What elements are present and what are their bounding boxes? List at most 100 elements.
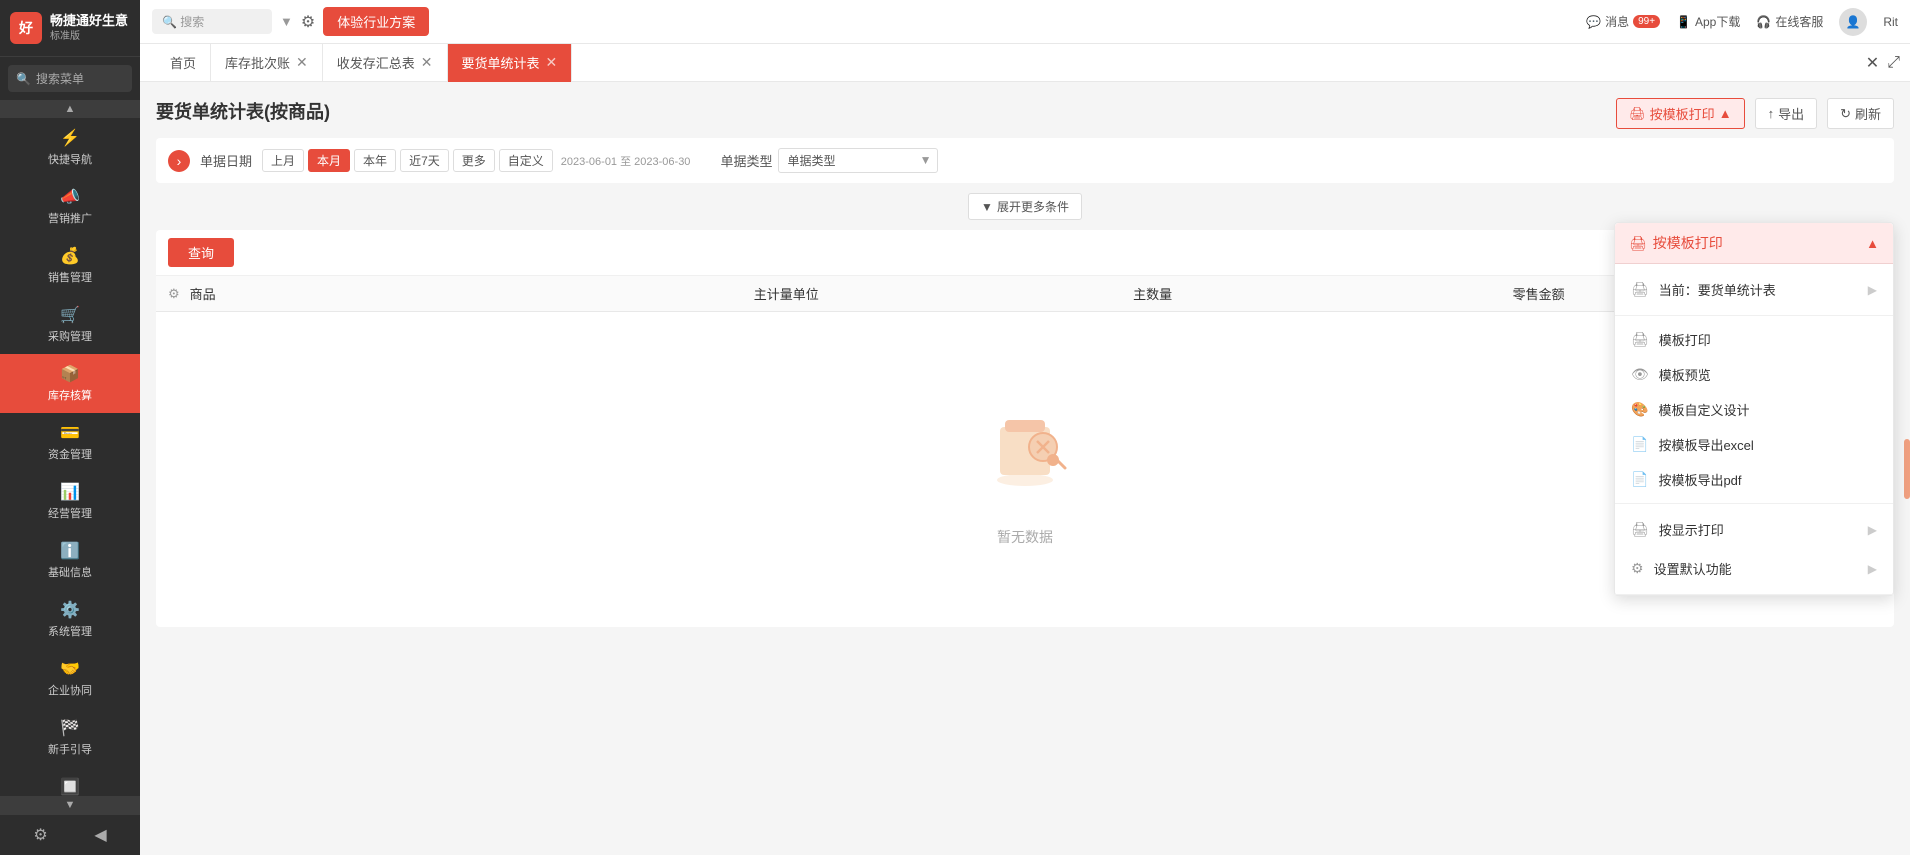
topbar-chevron-icon[interactable]: ▼ — [280, 14, 293, 29]
sidebar-item-apps[interactable]: 🔲 应用中心 — [0, 767, 140, 796]
tab-receipt-summary[interactable]: 收发存汇总表 ✕ — [323, 44, 448, 82]
print-icon: 🖨 — [1629, 106, 1646, 122]
topbar-search-box[interactable]: 🔍 搜索 — [152, 9, 272, 34]
sidebar-item-operation[interactable]: 📊 经营管理 — [0, 472, 140, 531]
page-actions: 🖨 按模板打印 ▲ ↑ 导出 ↻ 刷新 — [1616, 98, 1894, 129]
sidebar-item-system[interactable]: ⚙️ 系统管理 — [0, 590, 140, 649]
refresh-button[interactable]: ↻ 刷新 — [1827, 98, 1894, 129]
search-menu[interactable]: 🔍 搜索菜单 — [8, 65, 132, 92]
system-icon: ⚙️ — [60, 600, 80, 620]
export-button[interactable]: ↑ 导出 — [1755, 98, 1818, 129]
type-select[interactable]: 单据类型 ▼ — [778, 148, 938, 173]
online-service-btn[interactable]: 🎧 在线客服 — [1756, 13, 1823, 30]
sidebar-item-label: 快捷导航 — [48, 151, 92, 167]
query-button[interactable]: 查询 — [168, 238, 234, 267]
export-icon: ↑ — [1768, 106, 1775, 121]
sidebar-scroll-down[interactable]: ▼ — [0, 796, 140, 814]
scrollbar[interactable] — [1904, 439, 1910, 499]
print-dropdown: 🖨 按模板打印 ▲ 🖨 当前：要货单统计表 ▶ 🖨 — [1614, 222, 1894, 596]
tab-order-summary[interactable]: 要货单统计表 ✕ — [448, 44, 573, 82]
sidebar-item-label: 新手引导 — [48, 741, 92, 757]
print-template-button[interactable]: 🖨 按模板打印 ▲ — [1616, 98, 1744, 129]
print-dropdown-chevron-icon[interactable]: ▲ — [1866, 236, 1879, 251]
date-range-text: 2023-06-01 至 2023-06-30 — [561, 153, 691, 169]
dropdown-item-export-excel[interactable]: 📄 按模板导出excel — [1615, 427, 1893, 462]
message-btn[interactable]: 💬 消息 99+ — [1586, 13, 1660, 30]
topbar: 🔍 搜索 ▼ ⚙ 体验行业方案 💬 消息 99+ 📱 App下载 🎧 在线客服 … — [140, 0, 1910, 44]
sidebar-item-finance[interactable]: 💳 资金管理 — [0, 413, 140, 472]
dropdown-item-export-pdf[interactable]: 📄 按模板导出pdf — [1615, 462, 1893, 497]
date-btn-more[interactable]: 更多 — [453, 149, 495, 172]
sidebar-item-label: 营销推广 — [48, 210, 92, 226]
current-item-icon: 🖨 — [1631, 281, 1649, 298]
finance-icon: 💳 — [60, 423, 80, 443]
marketing-icon: 📣 — [60, 187, 80, 207]
inventory-icon: 📦 — [60, 364, 80, 384]
dropdown-default-func[interactable]: ⚙ 设置默认功能 ▶ — [1615, 549, 1893, 588]
trial-industry-button[interactable]: 体验行业方案 — [323, 7, 429, 36]
print-dropdown-header: 🖨 按模板打印 ▲ — [1615, 223, 1893, 264]
chevron-up-icon: ▲ — [1719, 106, 1732, 121]
tab-order-summary-label: 要货单统计表 — [462, 53, 540, 72]
expand-more-button[interactable]: ▼ 展开更多条件 — [968, 193, 1082, 220]
sidebar-item-label: 库存核算 — [48, 387, 92, 403]
date-btn-custom[interactable]: 自定义 — [499, 149, 553, 172]
table-gear-icon[interactable]: ⚙ — [168, 286, 180, 302]
tab-inventory-batch[interactable]: 库存批次账 ✕ — [211, 44, 323, 82]
date-btn-current-year[interactable]: 本年 — [354, 149, 396, 172]
app-download-btn[interactable]: 📱 App下载 — [1676, 13, 1740, 30]
close-tab-btn[interactable]: ✕ — [1866, 53, 1879, 73]
tab-home[interactable]: 首页 — [156, 44, 211, 82]
dropdown-bottom-section: 🖨 按显示打印 ▶ ⚙ 设置默认功能 ▶ — [1615, 504, 1893, 595]
sales-icon: 💰 — [60, 246, 80, 266]
sidebar-item-purchase[interactable]: 🛒 采购管理 — [0, 295, 140, 354]
display-print-icon: 🖨 — [1631, 521, 1649, 538]
maximize-tab-btn[interactable]: ⤢ — [1887, 54, 1900, 72]
user-avatar[interactable]: 👤 — [1839, 8, 1867, 36]
dropdown-item-template-preview[interactable]: 👁 模板预览 — [1615, 357, 1893, 392]
operation-icon: 📊 — [60, 482, 80, 502]
sidebar-item-marketing[interactable]: 📣 营销推广 — [0, 177, 140, 236]
dropdown-current-item[interactable]: 🖨 当前：要货单统计表 ▶ — [1615, 270, 1893, 309]
dropdown-items-section: 🖨 模板打印 👁 模板预览 🎨 模板自定义设计 📄 按模板导出excel 📄 — [1615, 316, 1893, 504]
sidebar-item-cooperation[interactable]: 🤝 企业协同 — [0, 649, 140, 708]
sidebar-item-inventory[interactable]: 📦 库存核算 — [0, 354, 140, 413]
expand-more-icon: ▼ — [981, 200, 993, 214]
dropdown-display-print[interactable]: 🖨 按显示打印 ▶ — [1615, 510, 1893, 549]
sidebar-item-quick-nav[interactable]: ⚡ 快捷导航 — [0, 118, 140, 177]
tab-inventory-batch-close[interactable]: ✕ — [296, 54, 308, 71]
sidebar-item-label: 资金管理 — [48, 446, 92, 462]
sidebar: 好 畅捷通好生意 标准版 🔍 搜索菜单 ▲ ⚡ 快捷导航 📣 营销推广 💰 销售… — [0, 0, 140, 855]
tab-order-summary-close[interactable]: ✕ — [546, 54, 558, 71]
current-item-label: 当前：要货单统计表 — [1659, 280, 1776, 299]
tab-receipt-summary-close[interactable]: ✕ — [421, 54, 433, 71]
export-pdf-icon: 📄 — [1631, 471, 1648, 488]
tab-inventory-batch-label: 库存批次账 — [225, 53, 290, 72]
refresh-icon: ↻ — [1840, 106, 1851, 122]
date-btn-7days[interactable]: 近7天 — [400, 149, 449, 172]
dropdown-item-template-design[interactable]: 🎨 模板自定义设计 — [1615, 392, 1893, 427]
filter-expand-button[interactable]: › — [168, 150, 190, 172]
current-item-arrow: ▶ — [1868, 283, 1877, 297]
settings-footer-btn[interactable]: ⚙ — [33, 825, 47, 845]
collapse-sidebar-btn[interactable]: ◀ — [94, 825, 106, 845]
guide-icon: 🏁 — [60, 718, 80, 738]
topbar-gear-icon[interactable]: ⚙ — [301, 12, 315, 32]
date-btn-current-month[interactable]: 本月 — [308, 149, 350, 172]
filter-bar: › 单据日期 上月 本月 本年 近7天 更多 自定义 2023-06-01 至 … — [156, 138, 1894, 183]
message-icon: 💬 — [1586, 15, 1601, 29]
date-btn-last-month[interactable]: 上月 — [262, 149, 304, 172]
sidebar-item-guide[interactable]: 🏁 新手引导 — [0, 708, 140, 767]
sidebar-scroll-up[interactable]: ▲ — [0, 100, 140, 118]
purchase-icon: 🛒 — [60, 305, 80, 325]
type-filter-label: 单据类型 — [720, 151, 772, 170]
template-preview-icon: 👁 — [1631, 366, 1649, 383]
sidebar-item-basic[interactable]: ℹ️ 基础信息 — [0, 531, 140, 590]
search-icon: 🔍 — [162, 15, 177, 29]
dropdown-item-template-print[interactable]: 🖨 模板打印 — [1615, 322, 1893, 357]
date-options: 上月 本月 本年 近7天 更多 自定义 2023-06-01 至 2023-06… — [262, 149, 690, 172]
print-dropdown-icon: 🖨 — [1629, 235, 1647, 252]
sidebar-item-sales[interactable]: 💰 销售管理 — [0, 236, 140, 295]
empty-text: 暂无数据 — [997, 527, 1053, 547]
default-func-icon: ⚙ — [1631, 560, 1644, 577]
